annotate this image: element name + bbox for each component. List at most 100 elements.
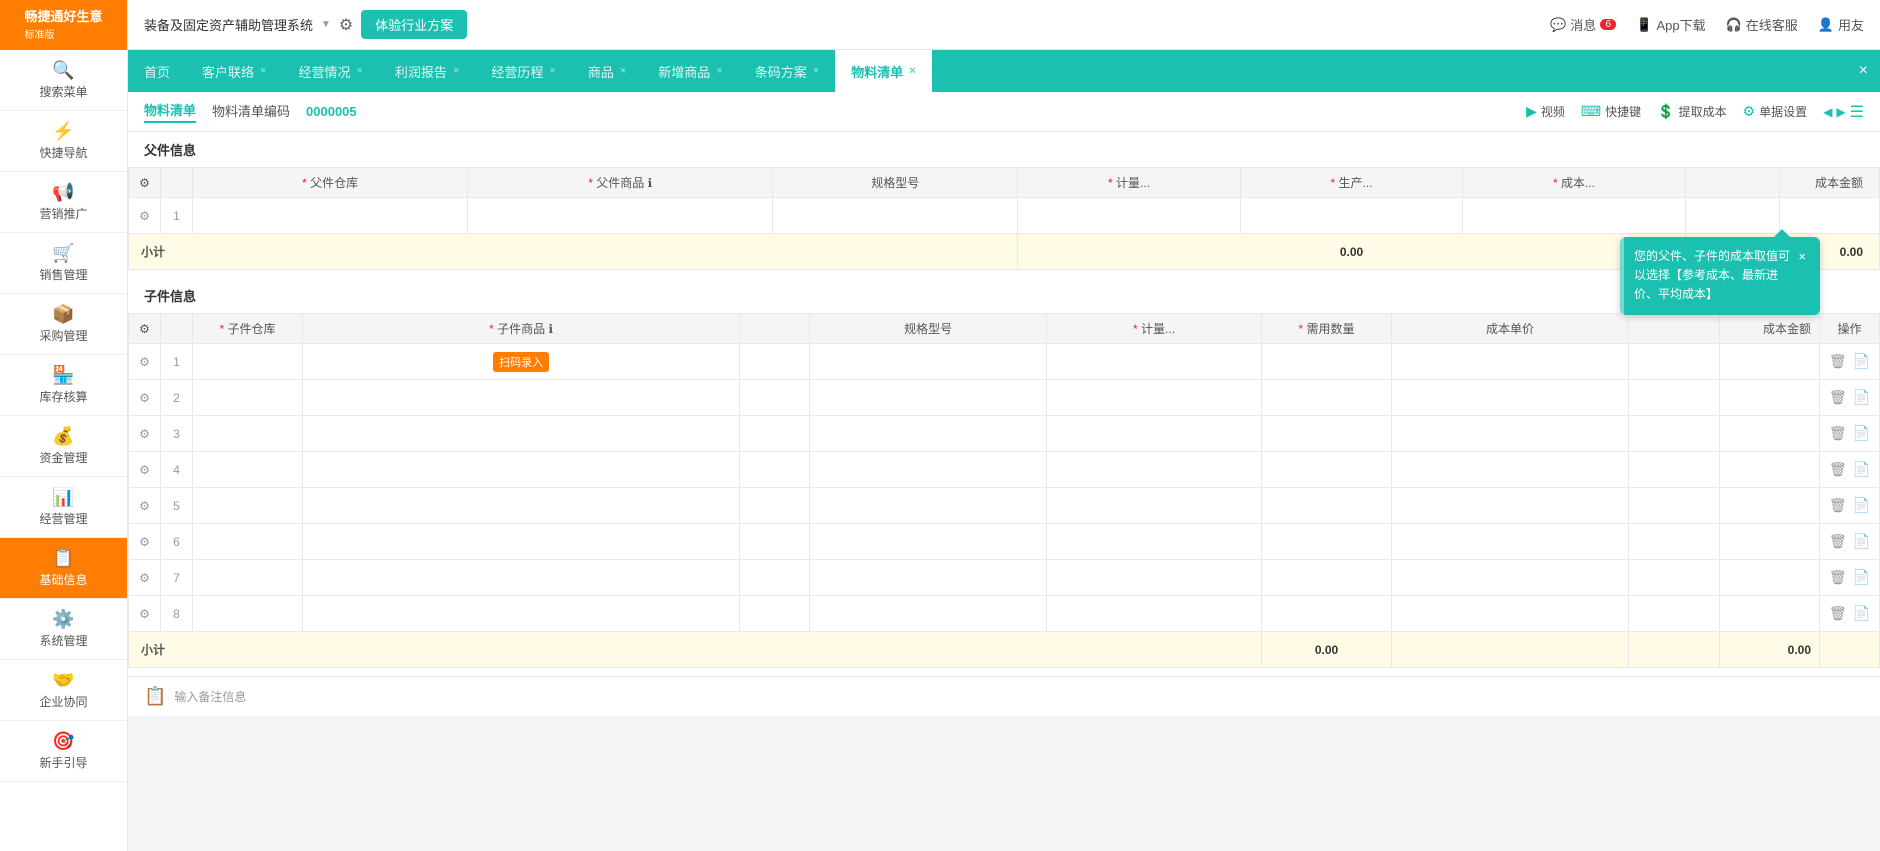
- tab-bom-close[interactable]: ×: [909, 65, 915, 77]
- copy-icon[interactable]: 📄: [1853, 533, 1870, 550]
- parent-row1-warehouse[interactable]: [193, 198, 468, 234]
- child-row-unit[interactable]: [1047, 560, 1262, 596]
- child-row-warehouse[interactable]: [193, 560, 303, 596]
- delete-icon[interactable]: 🗑: [1829, 461, 1847, 478]
- sub-tab-bom-list[interactable]: 物料清单: [144, 100, 196, 123]
- tab-add-product[interactable]: 新增商品 ×: [642, 50, 738, 92]
- child-row-product[interactable]: [303, 524, 740, 560]
- child-row-qty[interactable]: [1262, 380, 1392, 416]
- system-dropdown-arrow[interactable]: ▼: [321, 19, 331, 30]
- delete-icon[interactable]: 🗑: [1829, 353, 1847, 370]
- copy-icon[interactable]: 📄: [1853, 569, 1870, 586]
- child-row-warehouse[interactable]: [193, 524, 303, 560]
- tab-history[interactable]: 经营历程 ×: [475, 50, 571, 92]
- note-placeholder[interactable]: 输入备注信息: [174, 688, 246, 705]
- child-row-warehouse[interactable]: [193, 488, 303, 524]
- app-download-item[interactable]: 📱 App下载: [1636, 15, 1705, 34]
- child-row-qty[interactable]: [1262, 596, 1392, 632]
- copy-icon[interactable]: 📄: [1853, 461, 1870, 478]
- sidebar-item-system[interactable]: ⚙️ 系统管理: [0, 599, 127, 660]
- sidebar-item-guide[interactable]: 🎯 新手引导: [0, 721, 127, 782]
- child-row-warehouse[interactable]: [193, 596, 303, 632]
- parent-row1-produce[interactable]: [1240, 198, 1462, 234]
- copy-icon[interactable]: 📄: [1853, 389, 1870, 406]
- child-row-warehouse[interactable]: [193, 380, 303, 416]
- shortcut-btn[interactable]: ⌨ 快捷键: [1581, 103, 1641, 120]
- tab-barcode-close[interactable]: ×: [813, 65, 819, 77]
- settings-icon[interactable]: ⚙: [339, 15, 353, 35]
- child-row-product[interactable]: [303, 488, 740, 524]
- delete-icon[interactable]: 🗑: [1829, 605, 1847, 622]
- child-row-spec[interactable]: [810, 452, 1047, 488]
- copy-icon[interactable]: 📄: [1853, 425, 1870, 442]
- tab-business-close[interactable]: ×: [356, 65, 362, 77]
- child-row-product[interactable]: 扫码录入: [303, 344, 740, 380]
- child-row-warehouse[interactable]: [193, 416, 303, 452]
- tab-business[interactable]: 经营情况 ×: [282, 50, 378, 92]
- online-service-item[interactable]: 🎧 在线客服: [1726, 15, 1798, 34]
- delete-icon[interactable]: 🗑: [1829, 389, 1847, 406]
- table-view-icon[interactable]: ☰: [1850, 102, 1864, 122]
- child-row-product[interactable]: [303, 452, 740, 488]
- child-row-qty[interactable]: [1262, 452, 1392, 488]
- parent-row1-cost[interactable]: [1463, 198, 1685, 234]
- child-row-qty[interactable]: [1262, 488, 1392, 524]
- tab-profit[interactable]: 利润报告 ×: [379, 50, 475, 92]
- view-btn[interactable]: ▶ 视频: [1526, 103, 1565, 120]
- tab-history-close[interactable]: ×: [549, 65, 555, 77]
- sidebar-item-quick-nav[interactable]: ⚡ 快捷导航: [0, 111, 127, 172]
- tab-customer[interactable]: 客户联络 ×: [186, 50, 282, 92]
- child-row-unit[interactable]: [1047, 488, 1262, 524]
- sidebar-item-basic[interactable]: 📋 基础信息: [0, 538, 127, 599]
- child-row-qty[interactable]: [1262, 344, 1392, 380]
- child-row-qty[interactable]: [1262, 560, 1392, 596]
- user-item[interactable]: 👤 用友: [1818, 15, 1864, 34]
- tab-product[interactable]: 商品 ×: [572, 50, 642, 92]
- sidebar-item-purchase[interactable]: 📦 采购管理: [0, 294, 127, 355]
- sidebar-item-enterprise[interactable]: 🤝 企业协同: [0, 660, 127, 721]
- child-row-qty[interactable]: [1262, 416, 1392, 452]
- child-row-unit[interactable]: [1047, 416, 1262, 452]
- copy-icon[interactable]: 📄: [1853, 605, 1870, 622]
- child-row-unit[interactable]: [1047, 344, 1262, 380]
- child-row-spec[interactable]: [810, 488, 1047, 524]
- child-row-warehouse[interactable]: [193, 452, 303, 488]
- tab-product-close[interactable]: ×: [620, 65, 626, 77]
- tab-customer-close[interactable]: ×: [260, 65, 266, 77]
- tab-barcode[interactable]: 条码方案 ×: [739, 50, 835, 92]
- sidebar-item-finance[interactable]: 💰 资金管理: [0, 416, 127, 477]
- delete-icon[interactable]: 🗑: [1829, 497, 1847, 514]
- parent-row1-unit[interactable]: [1018, 198, 1240, 234]
- tab-home[interactable]: 首页: [128, 50, 186, 92]
- child-row-spec[interactable]: [810, 380, 1047, 416]
- tab-profit-close[interactable]: ×: [453, 65, 459, 77]
- single-set-btn[interactable]: ⚙ 单据设置: [1743, 103, 1808, 120]
- child-row-spec[interactable]: [810, 344, 1047, 380]
- sidebar-item-operation[interactable]: 📊 经营管理: [0, 477, 127, 538]
- sub-tab-bom-code[interactable]: 物料清单编码: [212, 101, 290, 122]
- copy-icon[interactable]: 📄: [1853, 497, 1870, 514]
- child-row-product[interactable]: [303, 596, 740, 632]
- sidebar-item-marketing[interactable]: 📢 营销推广: [0, 172, 127, 233]
- child-row-spec[interactable]: [810, 524, 1047, 560]
- child-row-unit[interactable]: [1047, 524, 1262, 560]
- message-item[interactable]: 💬 消息 6: [1550, 15, 1616, 34]
- tooltip-close-btn[interactable]: ×: [1798, 247, 1806, 268]
- child-row-unit[interactable]: [1047, 596, 1262, 632]
- child-row-unit[interactable]: [1047, 380, 1262, 416]
- parent-row1-product[interactable]: [468, 198, 773, 234]
- parent-row1-spec[interactable]: [773, 198, 1018, 234]
- child-row-spec[interactable]: [810, 416, 1047, 452]
- nav-prev-btn[interactable]: ◀: [1823, 105, 1832, 119]
- child-row-unit[interactable]: [1047, 452, 1262, 488]
- delete-icon[interactable]: 🗑: [1829, 533, 1847, 550]
- delete-icon[interactable]: 🗑: [1829, 425, 1847, 442]
- child-row-spec[interactable]: [810, 560, 1047, 596]
- copy-icon[interactable]: 📄: [1853, 353, 1870, 370]
- tab-add-product-close[interactable]: ×: [716, 65, 722, 77]
- delete-icon[interactable]: 🗑: [1829, 569, 1847, 586]
- child-row-product[interactable]: [303, 380, 740, 416]
- scan-button[interactable]: 扫码录入: [493, 352, 549, 372]
- child-row-product[interactable]: [303, 416, 740, 452]
- trial-button[interactable]: 体验行业方案: [361, 10, 467, 39]
